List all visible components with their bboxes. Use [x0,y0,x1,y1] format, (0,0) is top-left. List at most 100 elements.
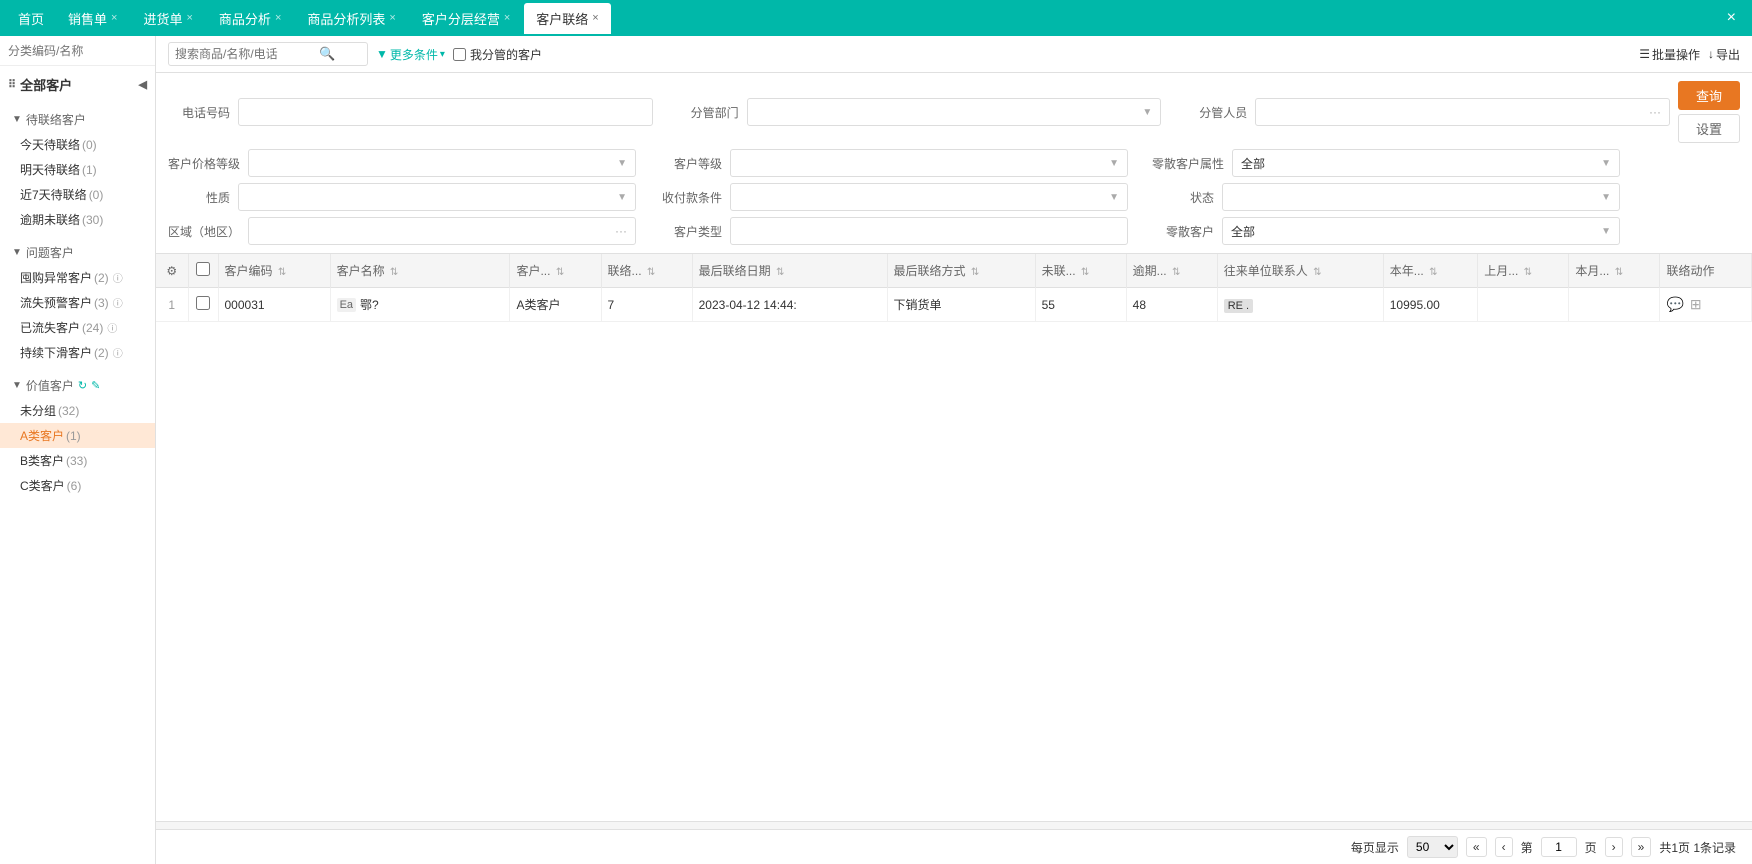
query-button[interactable]: 查询 [1678,81,1740,110]
arrow-down-icon: ▼ [12,114,22,125]
value-edit-icon[interactable]: ✎ [91,379,100,392]
export-button[interactable]: ↓ 导出 [1708,46,1740,63]
sort-icon-last-method[interactable]: ⇅ [971,267,979,278]
batch-op-button[interactable]: ☰ 批量操作 [1639,46,1700,63]
row-name-1: Ea 鄂? [330,288,510,322]
comment-icon-1[interactable]: 💬 [1666,296,1683,313]
value-refresh-icon[interactable]: ↻ [78,379,87,392]
company-contact-tag-1: RE . [1224,299,1253,313]
sidebar-value-header[interactable]: ▼ 价值客户 ↻ ✎ [0,373,155,398]
sidebar-item-unclassified[interactable]: 未分组 (32) [0,398,155,423]
sidebar-search-area: 🔍 [0,36,155,66]
sidebar: 🔍 ⠿ 全部客户 ◀ ▼ 待联络客户 今天待联络 (0) 明天待联络 (1) [0,36,156,864]
cust-level-input[interactable]: ▼ [730,149,1128,177]
row-actions-1: 💬 ⊞ [1660,288,1752,322]
retail-attr-input[interactable]: 全部 ▼ [1232,149,1620,177]
sort-icon-last-month[interactable]: ⇅ [1524,267,1532,278]
row-this-year-1: 10995.00 [1383,288,1478,322]
row-cust-type-1: A类客户 [510,288,601,322]
page-number-input[interactable] [1541,837,1577,857]
sort-icon-cust-type[interactable]: ⇅ [556,267,564,278]
col-no-contact: 未联... ⇅ [1035,254,1126,288]
row-code-1: 000031 [218,288,330,322]
info-icon1: ⓘ [113,270,123,285]
sidebar-item-stockpile[interactable]: 囤购异常客户 (2) ⓘ [0,265,155,290]
payment-input[interactable]: ▼ [730,183,1128,211]
export-icon: ↓ [1708,47,1714,61]
my-customers-checkbox[interactable] [453,48,466,61]
status-input[interactable]: ▼ [1222,183,1620,211]
nav-customer-contact[interactable]: 客户联络 × [524,3,610,34]
sort-icon-overdue[interactable]: ⇅ [1172,267,1180,278]
nav-home[interactable]: 首页 [8,3,54,34]
window-close-button[interactable]: × [1719,7,1744,29]
last-method-link-1[interactable]: 下销货单 [894,298,942,312]
sidebar-item-churn-warning[interactable]: 流失预警客户 (3) ⓘ [0,290,155,315]
nav-sales[interactable]: 销售单 × [56,3,129,34]
close-sales-icon[interactable]: × [111,12,117,24]
close-customer-tier-icon[interactable]: × [504,12,510,24]
nature-input[interactable]: ▼ [238,183,636,211]
price-level-input[interactable]: ▼ [248,149,636,177]
last-page-button[interactable]: » [1631,837,1652,857]
sidebar-item-declining[interactable]: 持续下滑客户 (2) ⓘ [0,340,155,365]
sidebar-item-7days[interactable]: 近7天待联络 (0) [0,182,155,207]
sidebar-item-a-class[interactable]: A类客户 (1) [0,423,155,448]
select-all-checkbox[interactable] [196,262,210,276]
info-icon2: ⓘ [113,295,123,310]
col-company-contact: 往来单位联系人 ⇅ [1217,254,1383,288]
next-page-button[interactable]: › [1605,837,1623,857]
status-field: 状态 ▼ [1152,183,1620,211]
per-page-select[interactable]: 50 100 200 [1407,836,1458,858]
nav-purchase[interactable]: 进货单 × [131,3,204,34]
person-input[interactable]: ··· [1255,98,1670,126]
content-area: 🔍 ▼ 更多条件 ▾ 我分管的客户 ☰ 批量操作 ↓ 导出 [156,36,1752,864]
sidebar-item-tomorrow[interactable]: 明天待联络 (1) [0,157,155,182]
sidebar-all-customers-header[interactable]: ⠿ 全部客户 ◀ [0,70,155,99]
retail-cust-input[interactable]: 全部 ▼ [1222,217,1620,245]
collapse-icon[interactable]: ◀ [139,78,147,91]
qr-icon-1[interactable]: ⊞ [1690,296,1702,313]
close-purchase-icon[interactable]: × [186,12,192,24]
settings-button[interactable]: 设置 [1678,114,1740,143]
filter-search-icon[interactable]: 🔍 [319,46,335,62]
cust-type-input[interactable] [730,217,1128,245]
horizontal-scrollbar[interactable] [156,821,1752,829]
filter-search-input[interactable] [175,47,315,61]
sidebar-pending-contact-header[interactable]: ▼ 待联络客户 [0,107,155,132]
close-goods-analysis-icon[interactable]: × [275,12,281,24]
sort-icon-code[interactable]: ⇅ [278,267,286,278]
row-select-checkbox-1[interactable] [196,296,210,310]
sidebar-problem-header[interactable]: ▼ 问题客户 [0,240,155,265]
customer-name-text-1: 鄂? [360,296,379,313]
sort-icon-last-date[interactable]: ⇅ [776,267,784,278]
dept-input[interactable]: ▼ [747,98,1162,126]
sidebar-item-today[interactable]: 今天待联络 (0) [0,132,155,157]
nav-goods-analysis[interactable]: 商品分析 × [207,3,293,34]
sort-icon-company-contact[interactable]: ⇅ [1313,267,1321,278]
price-level-field: 客户价格等级 ▼ [168,149,636,177]
col-settings[interactable]: ⚙ [156,254,188,288]
table-row: 1 000031 Ea 鄂? A类客户 7 2 [156,288,1752,322]
nav-goods-analysis-list[interactable]: 商品分析列表 × [295,3,407,34]
prev-page-button[interactable]: ‹ [1495,837,1513,857]
sort-icon-name[interactable]: ⇅ [390,267,398,278]
sidebar-item-c-class[interactable]: C类客户 (6) [0,473,155,498]
filter-row-4: 区域（地区） ··· 客户类型 零散客户 全部 [168,217,1740,245]
region-input[interactable]: ··· [248,217,636,245]
phone-input[interactable] [238,98,653,126]
sort-icon-this-month[interactable]: ⇅ [1615,267,1623,278]
sidebar-item-overdue[interactable]: 逾期未联络 (30) [0,207,155,232]
sidebar-item-b-class[interactable]: B类客户 (33) [0,448,155,473]
close-customer-contact-icon[interactable]: × [592,12,598,24]
close-goods-list-icon[interactable]: × [389,12,395,24]
sort-icon-this-year[interactable]: ⇅ [1429,267,1437,278]
person-field: 分管人员 ··· [1185,98,1670,126]
nav-customer-tier[interactable]: 客户分层经营 × [410,3,522,34]
sort-icon-contact[interactable]: ⇅ [647,267,655,278]
sidebar-item-churned[interactable]: 已流失客户 (24) ⓘ [0,315,155,340]
first-page-button[interactable]: « [1466,837,1487,857]
sidebar-search-input[interactable] [8,44,156,58]
sort-icon-no-contact[interactable]: ⇅ [1081,267,1089,278]
more-filter-button[interactable]: ▼ 更多条件 ▾ [376,46,445,63]
